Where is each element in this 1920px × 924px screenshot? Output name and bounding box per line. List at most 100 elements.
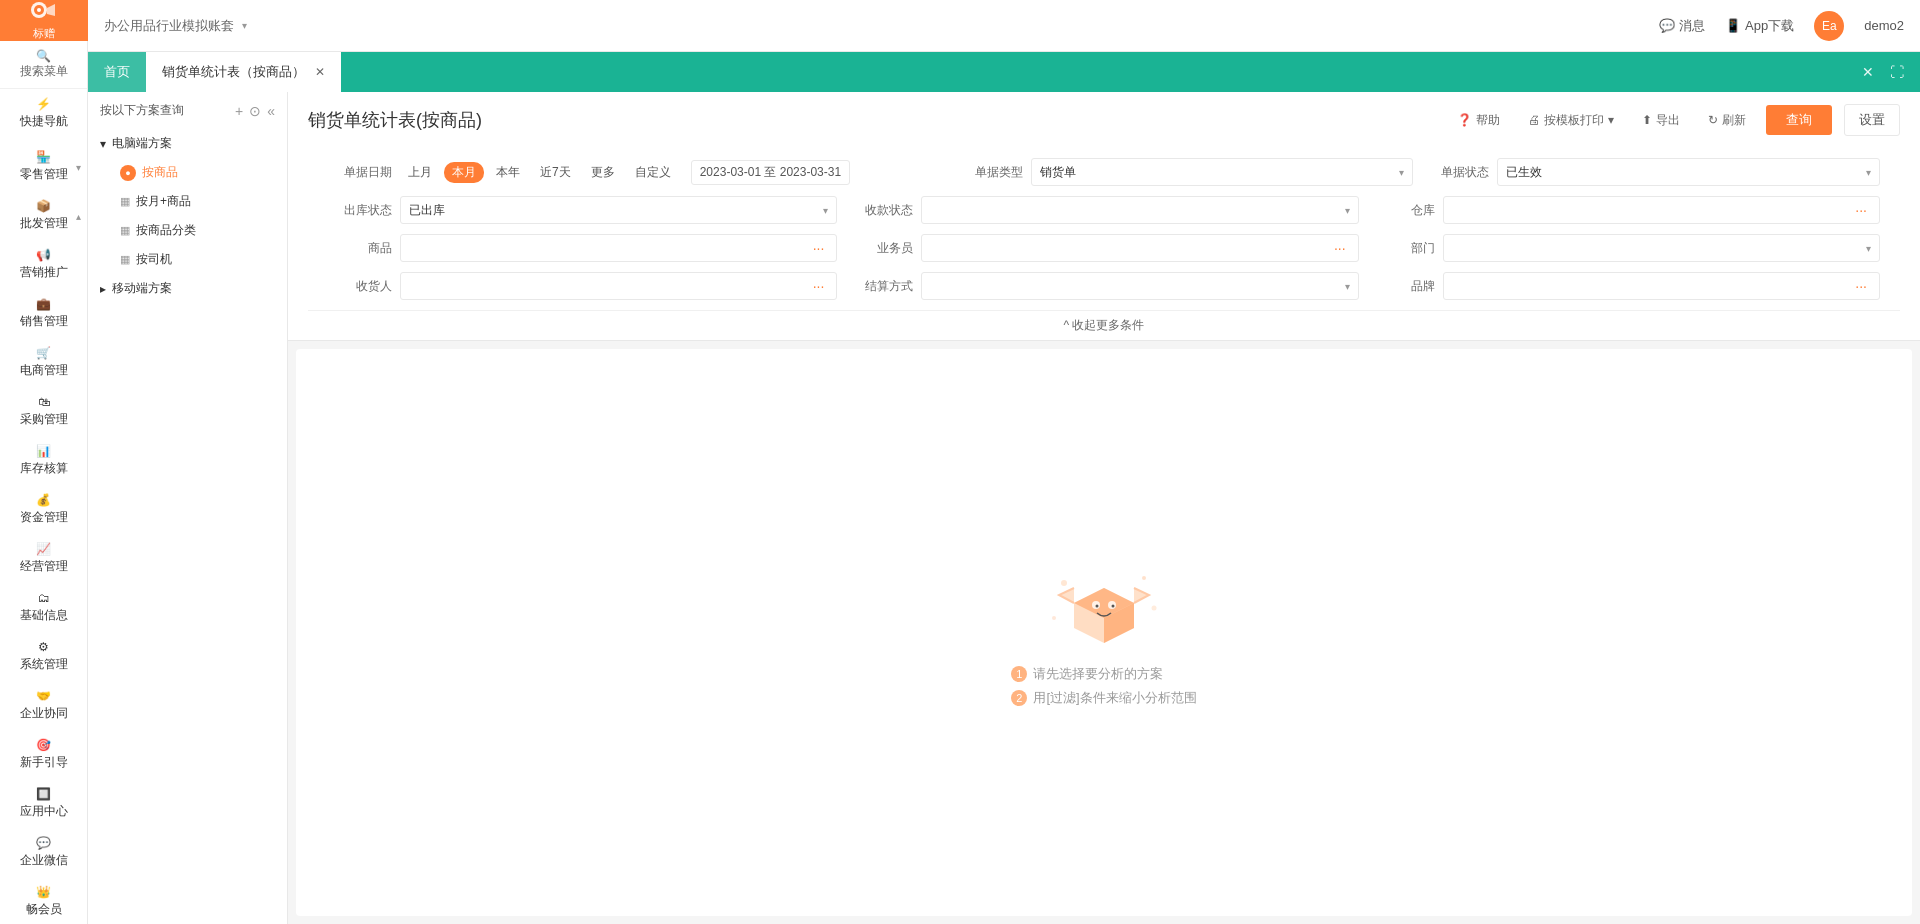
salesperson-dots[interactable]: ··· [1330,240,1350,256]
sidebar-item-wholesale[interactable]: 📦 批发管理 ▴ [0,191,87,240]
sidebar-item-apps[interactable]: 🔲 应用中心 [0,779,87,828]
tip-text-1: 请先选择要分析的方案 [1033,665,1163,683]
date-tab-more[interactable]: 更多 [583,162,623,183]
sidebar-item-guide[interactable]: 🎯 新手引导 [0,730,87,779]
add-scheme-btn[interactable]: + [235,103,243,119]
tree-parent-mobile[interactable]: ▸ 移动端方案 [88,274,287,303]
wholesale-icon: 📦 [0,199,87,213]
dept-select[interactable]: ▾ [1443,234,1880,262]
page-title: 销货单统计表(按商品) [308,108,482,132]
brand-input[interactable]: ··· [1443,272,1880,300]
export-icon: ⬆ [1642,113,1652,127]
salesperson-input[interactable]: ··· [921,234,1358,262]
settlement-select[interactable]: ▾ [921,272,1358,300]
wholesale-label: 批发管理 [0,215,87,232]
sidebar-item-basic[interactable]: 🗂 基础信息 [0,583,87,632]
wechat-icon: 💬 [0,836,87,850]
tab-sales-report[interactable]: 销货单统计表（按商品） ✕ [146,52,341,92]
tree-child-goods[interactable]: ● 按商品 [88,158,287,187]
left-panel-title: 按以下方案查询 [100,102,184,119]
collapse-btn[interactable]: ^ 收起更多条件 [308,310,1900,340]
message-btn[interactable]: 💬 消息 [1659,17,1705,35]
goods-dots[interactable]: ··· [809,240,829,256]
sidebar-item-sales[interactable]: 💼 销售管理 [0,289,87,338]
date-tab-thisyear[interactable]: 本年 [488,162,528,183]
sidebar-item-finance[interactable]: 💰 资金管理 [0,485,87,534]
sidebar-item-retail[interactable]: 🏪 零售管理 ▾ [0,142,87,191]
refresh-icon: ↻ [1708,113,1718,127]
corp-icon: 🤝 [0,689,87,703]
page-header: 销货单统计表(按商品) ❓ 帮助 🖨 按模板打印 ▾ ⬆ [288,92,1920,341]
goods-input[interactable]: ··· [400,234,837,262]
search-menu-label: 搜索菜单 [0,63,87,80]
date-tab-7days[interactable]: 近7天 [532,162,579,183]
refresh-btn[interactable]: ↻ 刷新 [1700,108,1754,133]
date-tab-lastmonth[interactable]: 上月 [400,162,440,183]
goods-label: 商品 [328,240,400,257]
collapse-panel-btn[interactable]: « [267,103,275,119]
doc-status-select[interactable]: 已生效 ▾ [1497,158,1880,186]
warehouse-dots[interactable]: ··· [1851,202,1871,218]
sidebar-item-vip[interactable]: 👑 畅会员 [0,877,87,924]
export-btn[interactable]: ⬆ 导出 [1634,108,1688,133]
sidebar-item-ecom[interactable]: 🛒 电商管理 [0,338,87,387]
date-tab-custom[interactable]: 自定义 [627,162,679,183]
collapse-label: ^ 收起更多条件 [1064,318,1145,332]
edit-scheme-btn[interactable]: ⊙ [249,103,261,119]
quick-nav-icon: ⚡ [0,97,87,111]
sidebar: 标赠 🔍 搜索菜单 ⚡ 快捷导航 🏪 零售管理 ▾ 📦 批发管理 ▴ 📢 营销推… [0,0,88,924]
tree-parent-desktop[interactable]: ▾ 电脑端方案 [88,129,287,158]
print-icon: 🖨 [1528,113,1540,127]
print-dropdown-icon: ▾ [1608,113,1614,127]
filter-row-4: 收货人 ··· 结算方式 ▾ 品牌 [328,272,1880,300]
tree-child-goods-cat[interactable]: ▦ 按商品分类 [88,216,287,245]
out-status-select[interactable]: 已出库 ▾ [400,196,837,224]
settlement-label: 结算方式 [849,278,921,295]
doc-type-label: 单据类型 [959,164,1031,181]
tree-child-month-goods[interactable]: ▦ 按月+商品 [88,187,287,216]
sidebar-item-operation[interactable]: 📈 经营管理 [0,534,87,583]
tab-close-all-btn[interactable]: ✕ [1858,60,1878,84]
date-range-input[interactable]: 2023-03-01 至 2023-03-31 [691,160,850,185]
tip-num-2: 2 [1011,690,1027,706]
child-icon-goods-cat: ▦ [120,224,130,237]
user-avatar[interactable]: Ea [1814,11,1844,41]
tree-label-driver: 按司机 [136,251,172,268]
sidebar-item-inventory[interactable]: 📊 库存核算 [0,436,87,485]
retail-icon: 🏪 [0,150,87,164]
date-tab-thismonth[interactable]: 本月 [444,162,484,183]
sidebar-item-system[interactable]: ⚙ 系统管理 [0,632,87,681]
receiver-dots[interactable]: ··· [809,278,829,294]
avatar-text: Ea [1822,19,1837,33]
print-btn[interactable]: 🖨 按模板打印 ▾ [1520,108,1622,133]
brand-dots[interactable]: ··· [1851,278,1871,294]
setting-btn[interactable]: 设置 [1844,104,1900,136]
print-label: 按模板打印 [1544,112,1604,129]
sidebar-item-marketing[interactable]: 📢 营销推广 [0,240,87,289]
sidebar-item-purchase[interactable]: 🛍 采购管理 [0,387,87,436]
tab-home[interactable]: 首页 [88,52,146,92]
doc-status-value: 已生效 [1506,164,1542,181]
top-header: 办公用品行业模拟账套 ▾ 💬 消息 📱 App下载 Ea demo2 [88,0,1920,52]
sidebar-quick-nav[interactable]: ⚡ 快捷导航 [0,89,87,138]
sidebar-item-wechat[interactable]: 💬 企业微信 [0,828,87,877]
empty-tip-1: 1 请先选择要分析的方案 [1011,665,1196,683]
query-btn[interactable]: 查询 [1766,105,1832,135]
receiver-input[interactable]: ··· [400,272,837,300]
wholesale-arrow: ▴ [76,210,81,221]
header-title-dropdown[interactable]: ▾ [242,20,247,31]
help-btn[interactable]: ❓ 帮助 [1449,108,1508,133]
header-left: 办公用品行业模拟账套 ▾ [104,17,247,35]
receipt-status-select[interactable]: ▾ [921,196,1358,224]
filter-row-2: 出库状态 已出库 ▾ 收款状态 ▾ 仓库 [328,196,1880,224]
tab-fullscreen-btn[interactable]: ⛶ [1886,60,1908,84]
tab-close-btn[interactable]: ✕ [315,65,325,79]
warehouse-input[interactable]: ··· [1443,196,1880,224]
doc-type-select[interactable]: 销货单 ▾ [1031,158,1414,186]
search-menu-btn[interactable]: 🔍 搜索菜单 [0,41,87,89]
sidebar-item-corp[interactable]: 🤝 企业协同 [0,681,87,730]
guide-label: 新手引导 [0,754,87,771]
tree-child-driver[interactable]: ▦ 按司机 [88,245,287,274]
message-label: 消息 [1679,17,1705,35]
app-download-btn[interactable]: 📱 App下载 [1725,17,1794,35]
